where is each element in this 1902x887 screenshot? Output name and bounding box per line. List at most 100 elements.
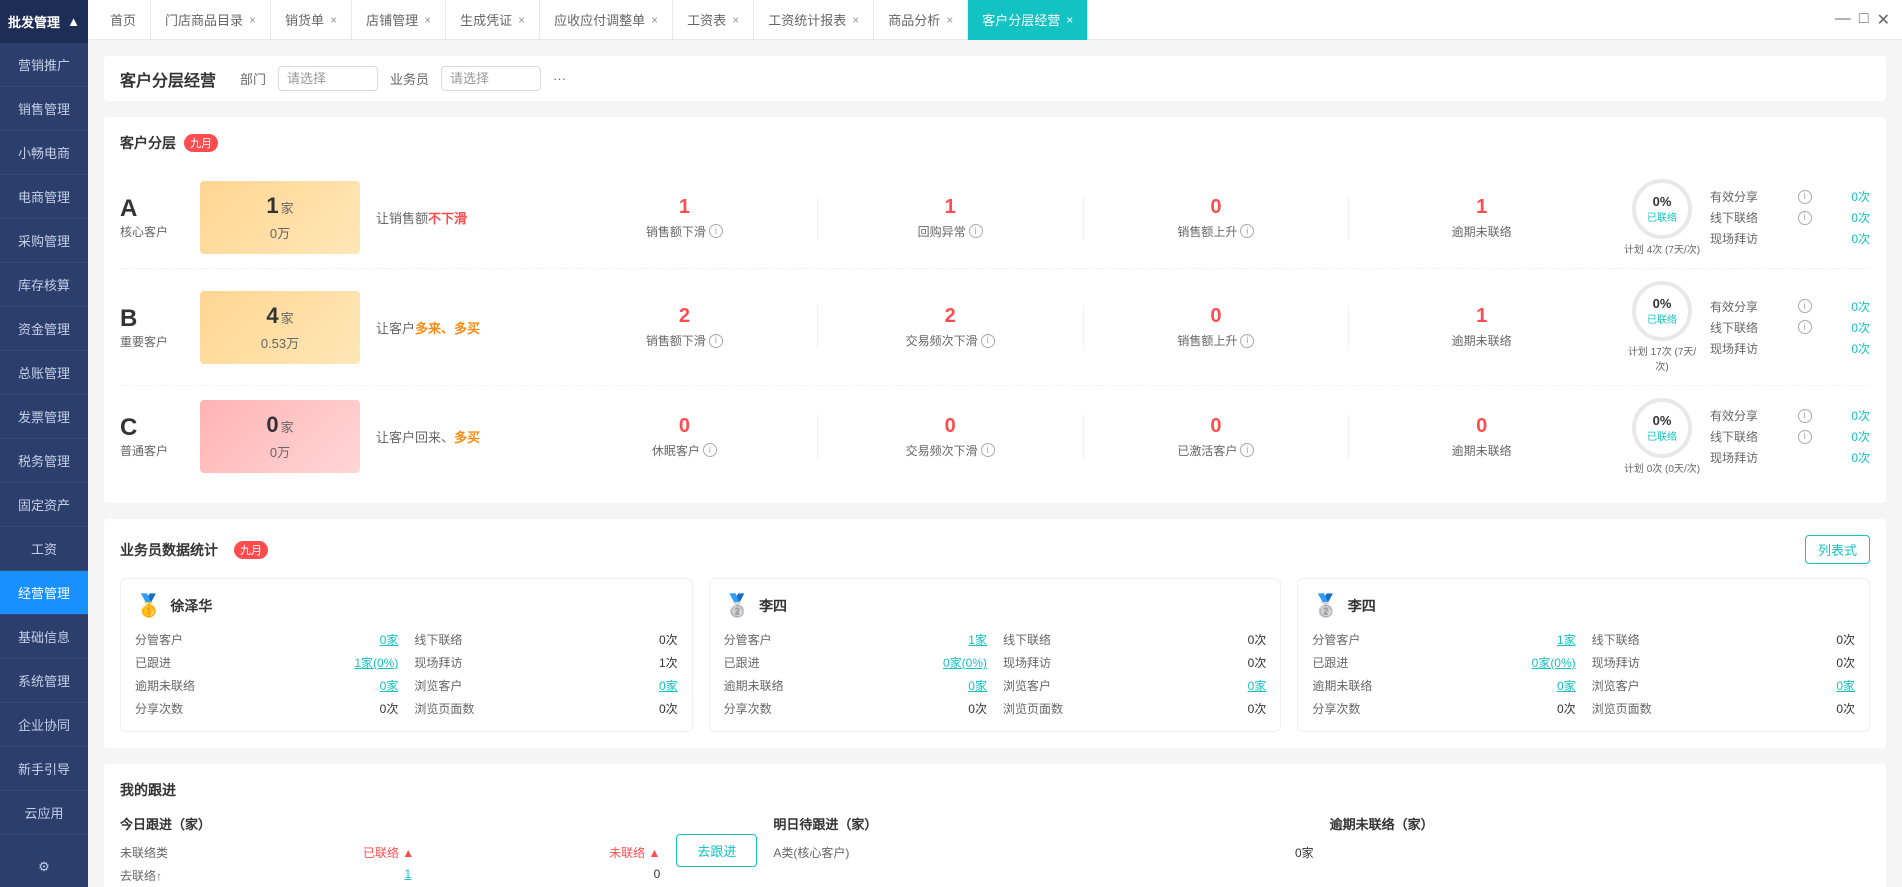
sidebar-item-hr[interactable]: 工资 <box>0 527 88 571</box>
tier-count-block-b[interactable]: 4 家 0.53万 <box>200 291 360 364</box>
info-icon[interactable]: i <box>1240 443 1254 457</box>
stat-item-a-3[interactable]: 1 逾期未联络 <box>1349 196 1614 240</box>
sidebar-item-tax[interactable]: 税务管理 <box>0 439 88 483</box>
info-icon[interactable]: i <box>1798 320 1812 334</box>
sidebar-item-capital[interactable]: 资金管理 <box>0 307 88 351</box>
sidebar-item-base[interactable]: 基础信息 <box>0 615 88 659</box>
info-icon[interactable]: i <box>981 334 995 348</box>
biz-stat-val: 0次 <box>1248 700 1267 717</box>
biz-stat-val[interactable]: 0家 <box>380 631 399 648</box>
biz-stat-val: 0次 <box>1248 631 1267 648</box>
tab-sales[interactable]: 销货单× <box>271 0 352 40</box>
stat-item-c-1[interactable]: 0 交易频次下滑 i <box>818 415 1084 459</box>
biz-stat-row-2-4: 逾期未联络 0家 <box>1312 677 1575 694</box>
info-icon[interactable]: i <box>981 443 995 457</box>
tab-receivable[interactable]: 应收应付调整单× <box>540 0 673 40</box>
sidebar-item-marketing[interactable]: 营销推广 <box>0 43 88 87</box>
sidebar-item-sales[interactable]: 销售管理 <box>0 87 88 131</box>
biz-stat-val[interactable]: 0家(0%) <box>1532 654 1576 671</box>
sidebar-item-biz[interactable]: 经营管理 <box>0 571 88 615</box>
biz-stat-val[interactable]: 0家 <box>1836 677 1855 694</box>
more-filter-icon[interactable]: ··· <box>553 71 566 86</box>
tab-close-voucher[interactable]: × <box>518 13 525 27</box>
sidebar-settings[interactable]: ⚙ <box>0 847 88 887</box>
sidebar-item-purchase[interactable]: 采购管理 <box>0 219 88 263</box>
tab-product[interactable]: 门店商品目录× <box>151 0 271 40</box>
sidebar-item-guide[interactable]: 新手引导 <box>0 747 88 791</box>
info-icon[interactable]: i <box>1798 409 1812 423</box>
biz-stat-val[interactable]: 0家 <box>380 677 399 694</box>
tab-store[interactable]: 店铺管理× <box>352 0 446 40</box>
stat-item-b-0[interactable]: 2 销售额下滑 i <box>552 305 818 349</box>
tier-count-block-a[interactable]: 1 家 0万 <box>200 181 360 254</box>
tab-customer-mgmt[interactable]: 客户分层经营× <box>968 0 1088 40</box>
window-maximize-icon[interactable]: □ <box>1859 10 1869 30</box>
info-icon[interactable]: i <box>1798 430 1812 444</box>
stat-item-b-1[interactable]: 2 交易频次下滑 i <box>818 305 1084 349</box>
info-icon[interactable]: i <box>703 443 717 457</box>
info-icon[interactable]: i <box>1240 334 1254 348</box>
stat-item-b-2[interactable]: 0 销售额上升 i <box>1084 305 1350 349</box>
tier-count-block-c[interactable]: 0 家 0万 <box>200 400 360 473</box>
info-icon[interactable]: i <box>709 334 723 348</box>
stat-num-b-0: 2 <box>679 305 690 328</box>
tab-payroll[interactable]: 工资表× <box>673 0 754 40</box>
tab-goods-analysis[interactable]: 商品分析× <box>874 0 968 40</box>
go-follow-button[interactable]: 去跟进 <box>676 834 757 867</box>
stat-item-a-0[interactable]: 1 销售额下滑 i <box>552 196 818 240</box>
biz-stat-val[interactable]: 1家 <box>968 631 987 648</box>
tab-close-goods-analysis[interactable]: × <box>946 13 953 27</box>
sidebar-item-inventory[interactable]: 库存核算 <box>0 263 88 307</box>
tab-close-sales[interactable]: × <box>330 13 337 27</box>
sidebar-item-mini[interactable]: 小畅电商 <box>0 131 88 175</box>
list-view-button[interactable]: 列表式 <box>1805 535 1870 564</box>
stat-item-a-2[interactable]: 0 销售额上升 i <box>1084 196 1350 240</box>
biz-stat-val[interactable]: 0家 <box>968 677 987 694</box>
tab-home[interactable]: 首页 <box>96 0 151 40</box>
info-icon[interactable]: i <box>1798 211 1812 225</box>
tab-close-receivable[interactable]: × <box>651 13 658 27</box>
biz-stat-val[interactable]: 0家 <box>1557 677 1576 694</box>
sidebar-item-ledger[interactable]: 总账管理 <box>0 351 88 395</box>
tab-close-store[interactable]: × <box>424 13 431 27</box>
stat-item-b-3[interactable]: 1 逾期未联络 <box>1349 305 1614 349</box>
sidebar-item-system[interactable]: 系统管理 <box>0 659 88 703</box>
tier-count-num-a: 1 <box>266 193 278 219</box>
tomorrow-row: A类(核心客户) 0家 <box>773 841 1313 864</box>
tab-voucher[interactable]: 生成凭证× <box>446 0 540 40</box>
biz-stat-val[interactable]: 1家 <box>1557 631 1576 648</box>
circle-sub-c: 计划 0次 (0天/次) <box>1624 460 1700 475</box>
info-icon[interactable]: i <box>1798 299 1812 313</box>
stat-item-a-1[interactable]: 1 回购异常 i <box>818 196 1084 240</box>
go-follow-btn-container: 去跟进 <box>676 814 757 867</box>
tab-close-customer-mgmt[interactable]: × <box>1066 13 1073 27</box>
tab-close-payroll-stat[interactable]: × <box>852 13 859 27</box>
tier-right-stats-c: 有效分享 i 0次 线下联络 i 0次 现场拜访 0次 <box>1710 407 1870 466</box>
sidebar-header[interactable]: 批发管理 ▲ <box>0 0 88 43</box>
info-icon[interactable]: i <box>969 224 983 238</box>
info-icon[interactable]: i <box>1798 190 1812 204</box>
stat-item-c-0[interactable]: 0 休眠客户 i <box>552 415 818 459</box>
stat-item-c-3[interactable]: 0 逾期未联络 <box>1349 415 1614 459</box>
sidebar-item-invoice[interactable]: 发票管理 <box>0 395 88 439</box>
tab-payroll-stat[interactable]: 工资统计报表× <box>754 0 874 40</box>
sidebar-collapse-icon[interactable]: ▲ <box>67 14 80 29</box>
stat-item-c-2[interactable]: 0 已激活客户 i <box>1084 415 1350 459</box>
sidebar-item-coop[interactable]: 企业协同 <box>0 703 88 747</box>
biz-stat-val[interactable]: 0家(0%) <box>943 654 987 671</box>
sidebar-item-ecom[interactable]: 电商管理 <box>0 175 88 219</box>
tab-close-payroll[interactable]: × <box>732 13 739 27</box>
biz-stat-val[interactable]: 0家 <box>1248 677 1267 694</box>
follow-contacted-val[interactable]: 1 <box>404 867 411 884</box>
window-minimize-icon[interactable]: — <box>1835 10 1851 30</box>
biz-stat-val[interactable]: 0家 <box>659 677 678 694</box>
sidebar-item-cloud[interactable]: 云应用 <box>0 791 88 835</box>
dept-select[interactable]: 请选择 <box>278 66 378 91</box>
tab-close-product[interactable]: × <box>249 13 256 27</box>
biz-stat-val[interactable]: 1家(0%) <box>354 654 398 671</box>
info-icon[interactable]: i <box>709 224 723 238</box>
sales-select[interactable]: 请选择 <box>441 66 541 91</box>
window-close-icon[interactable]: ✕ <box>1877 10 1890 30</box>
sidebar-item-fixed[interactable]: 固定资产 <box>0 483 88 527</box>
info-icon[interactable]: i <box>1240 224 1254 238</box>
